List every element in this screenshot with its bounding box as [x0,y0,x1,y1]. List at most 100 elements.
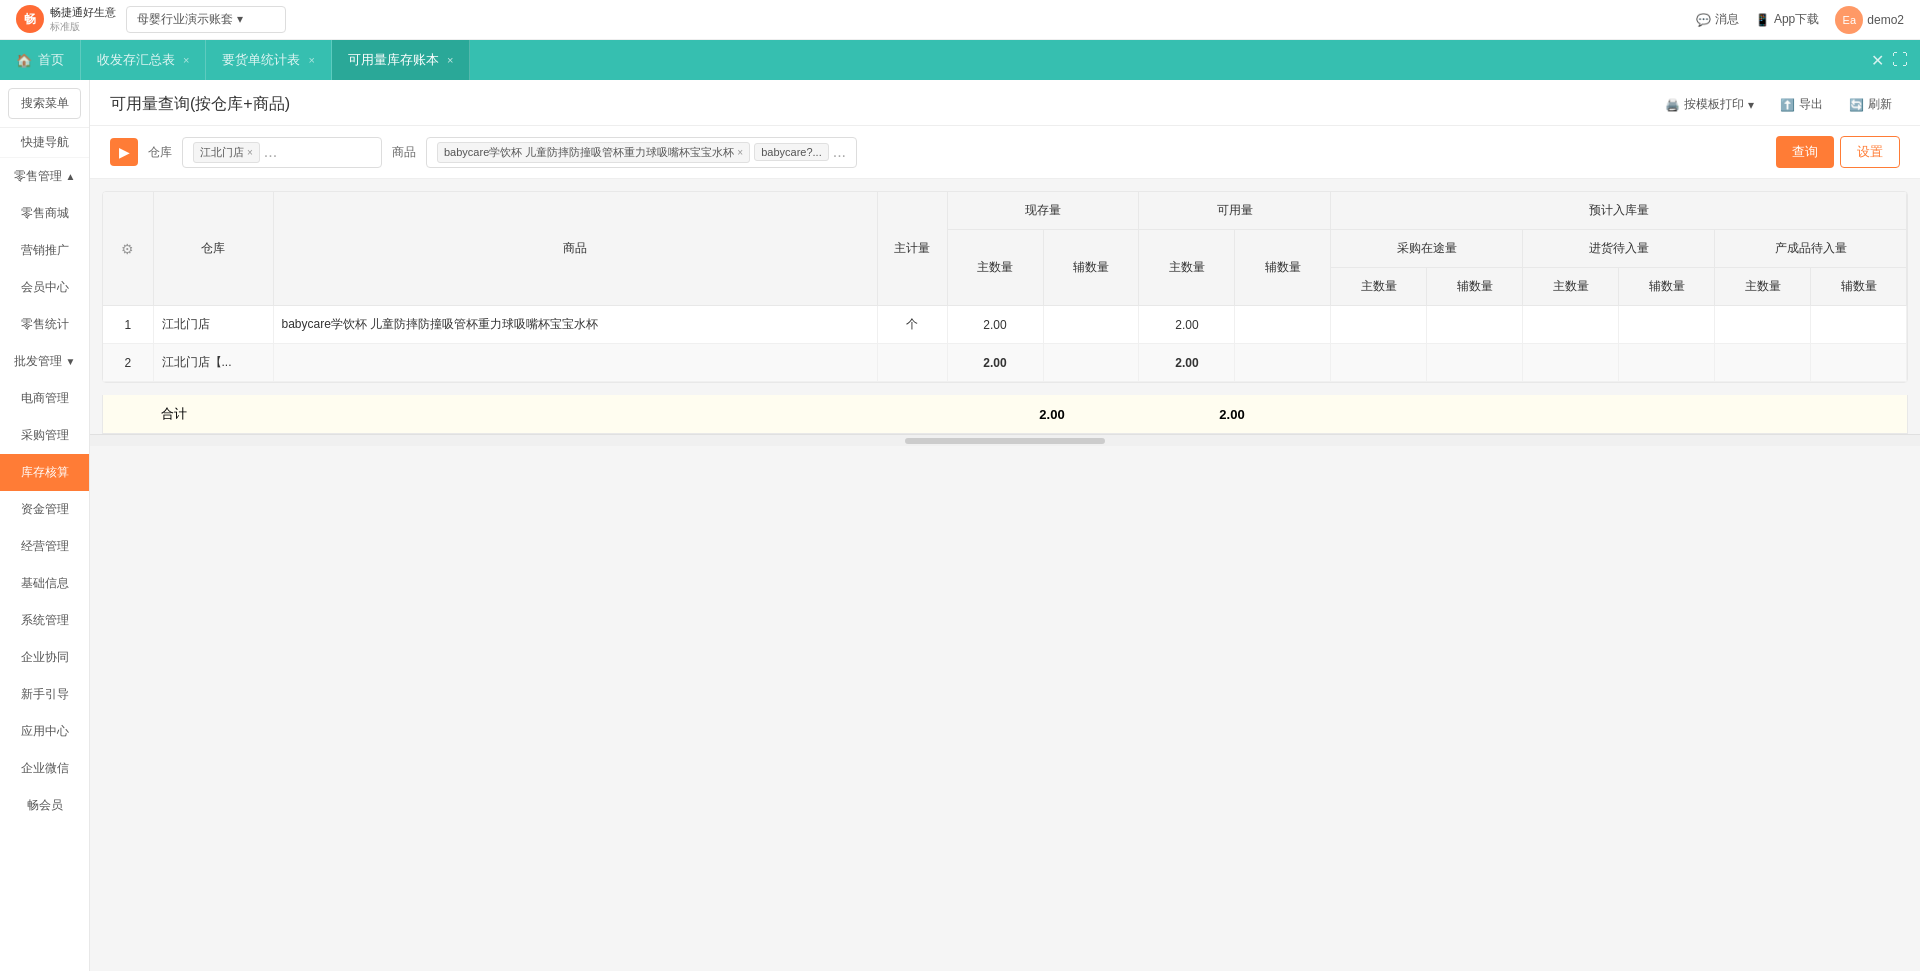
product-filter-input[interactable]: babycare学饮杯 儿童防摔防撞吸管杯重力球吸嘴杯宝宝水杯 × babyca… [426,137,857,168]
industry-selector[interactable]: 母婴行业演示账套 ▾ [126,6,286,33]
more-icon[interactable]: ... [833,143,846,161]
cell-prod-aux [1811,306,1907,344]
sidebar-item-quick-nav[interactable]: 快捷导航 [0,128,89,158]
scroll-thumb[interactable] [905,438,1105,444]
sidebar-item-zero-sales[interactable]: 零售管理 ▲ [0,158,89,195]
column-settings-icon[interactable]: ⚙ [121,241,134,257]
message-btn[interactable]: 💬 消息 [1696,11,1739,28]
sidebar-item-vip[interactable]: 畅会员 [0,787,89,824]
warehouse-tag-remove[interactable]: × [247,147,253,158]
refresh-btn[interactable]: 🔄 刷新 [1841,92,1900,117]
more-icon[interactable]: ... [264,143,277,161]
filter-toggle-btn[interactable]: ▶ [110,138,138,166]
th-current-stock-group: 现存量 [947,192,1139,230]
refresh-icon: 🔄 [1849,98,1864,112]
sidebar-item-enterprise[interactable]: 企业协同 [0,639,89,676]
cell-prod-aux-2 [1811,344,1907,382]
export-btn[interactable]: ⬆️ 导出 [1772,92,1831,117]
scroll-bar[interactable] [90,434,1920,446]
product-tag1-remove[interactable]: × [737,147,743,158]
cell-product: babycare学饮杯 儿童防摔防撞吸管杯重力球吸嘴杯宝宝水杯 [273,306,877,344]
app-download-btn[interactable]: 📱 App下载 [1755,11,1819,28]
settings-button[interactable]: 设置 [1840,136,1900,168]
tab-order-stats[interactable]: 要货单统计表 × [206,40,331,80]
cell-no-2: 2 [103,344,153,382]
top-bar-left: 畅 畅捷通好生意 标准版 母婴行业演示账套 ▾ [16,5,286,33]
top-bar: 畅 畅捷通好生意 标准版 母婴行业演示账套 ▾ 💬 消息 📱 App下载 Ea … [0,0,1920,40]
th-inbound-aux: 辅数量 [1619,268,1715,306]
sidebar-item-member[interactable]: 会员中心 [0,269,89,306]
main-layout: 搜索菜单 快捷导航 零售管理 ▲ 零售商城 营销推广 会员中心 零售统计 批发管… [0,80,1920,971]
tab-home[interactable]: 🏠 首页 [0,40,81,80]
query-button[interactable]: 查询 [1776,136,1834,168]
sidebar-item-retail-mall[interactable]: 零售商城 [0,195,89,232]
table-footer: 合计 2.00 2.00 [102,395,1908,434]
cell-available-aux [1235,306,1331,344]
sidebar-item-app-center[interactable]: 应用中心 [0,713,89,750]
sidebar-item-system[interactable]: 系统管理 [0,602,89,639]
sidebar-item-finance[interactable]: 资金管理 [0,491,89,528]
warehouse-tag: 江北门店 × [193,142,260,163]
sidebar-item-retail-stats[interactable]: 零售统计 [0,306,89,343]
sidebar-item-marketing[interactable]: 营销推广 [0,232,89,269]
search-menu-btn[interactable]: 搜索菜单 [8,88,81,119]
cell-pt-aux [1427,306,1523,344]
tab-close-icon[interactable]: × [183,54,189,66]
sidebar-item-operations[interactable]: 经营管理 [0,528,89,565]
filter-actions: 查询 设置 [1776,136,1900,168]
avatar: Ea [1835,6,1863,34]
cell-pt-main [1331,306,1427,344]
page-title: 可用量查询(按仓库+商品) [110,94,290,115]
sidebar-item-new-guide[interactable]: 新手引导 [0,676,89,713]
arrow-right-icon: ▶ [119,144,130,160]
tab-close-icon[interactable]: × [447,54,453,66]
th-planned-in-group: 预计入库量 [1331,192,1907,230]
expand-icon: ▲ [66,171,76,182]
cell-available-main-2: 2.00 [1139,344,1235,382]
sidebar-item-wholesale[interactable]: 批发管理 ▼ [0,343,89,380]
nav-tabs: 🏠 首页 收发存汇总表 × 要货单统计表 × 可用量库存账本 × ✕ ⛶ [0,40,1920,80]
th-inbound-pending: 进货待入量 [1523,230,1715,268]
warehouse-filter-label: 仓库 [148,144,172,161]
message-icon: 💬 [1696,13,1711,27]
page-header: 可用量查询(按仓库+商品) 🖨️ 按模板打印 ▾ ⬆️ 导出 🔄 刷新 [90,80,1920,126]
sidebar-item-enterprise-wechat[interactable]: 企业微信 [0,750,89,787]
th-current-main: 主数量 [947,230,1043,306]
tab-close-icon[interactable]: × [308,54,314,66]
th-purchase-main: 主数量 [1331,268,1427,306]
tab-receive-summary[interactable]: 收发存汇总表 × [81,40,206,80]
expand-window-icon[interactable]: ⛶ [1892,51,1908,69]
th-production-main: 主数量 [1715,268,1811,306]
home-icon: 🏠 [16,53,32,68]
cell-prod-main [1715,306,1811,344]
cell-ib-aux-2 [1619,344,1715,382]
th-purchase-aux: 辅数量 [1427,268,1523,306]
warehouse-filter-input[interactable]: 江北门店 × ... [182,137,382,168]
brand-tag: 标准版 [50,20,116,34]
cell-pt-aux-2 [1427,344,1523,382]
sidebar-item-ecommerce[interactable]: 电商管理 [0,380,89,417]
table-row-group: 2 江北门店【... 2.00 2.00 [103,344,1907,382]
product-tag-1: babycare学饮杯 儿童防摔防撞吸管杯重力球吸嘴杯宝宝水杯 × [437,142,750,163]
footer-total-label: 合计 [153,405,273,423]
sidebar-item-inventory[interactable]: 库存核算 [0,454,89,491]
tab-available-ledger[interactable]: 可用量库存账本 × [332,40,470,80]
close-window-icon[interactable]: ✕ [1871,51,1884,70]
th-current-aux: 辅数量 [1043,230,1139,306]
cell-warehouse: 江北门店 [153,306,273,344]
export-icon: ⬆️ [1780,98,1795,112]
th-production-pending: 产成品待入量 [1715,230,1907,268]
cell-current-aux [1043,306,1139,344]
cell-no: 1 [103,306,153,344]
print-btn[interactable]: 🖨️ 按模板打印 ▾ [1657,92,1762,117]
cell-unit: 个 [877,306,947,344]
cell-pt-main-2 [1331,344,1427,382]
username: demo2 [1867,13,1904,27]
th-warehouse: 仓库 [153,192,273,306]
sidebar-item-purchase[interactable]: 采购管理 [0,417,89,454]
chevron-down-icon: ▾ [237,12,243,26]
cell-warehouse-2: 江北门店【... [153,344,273,382]
industry-label: 母婴行业演示账套 [137,11,233,28]
sidebar-item-basics[interactable]: 基础信息 [0,565,89,602]
user-profile[interactable]: Ea demo2 [1835,6,1904,34]
